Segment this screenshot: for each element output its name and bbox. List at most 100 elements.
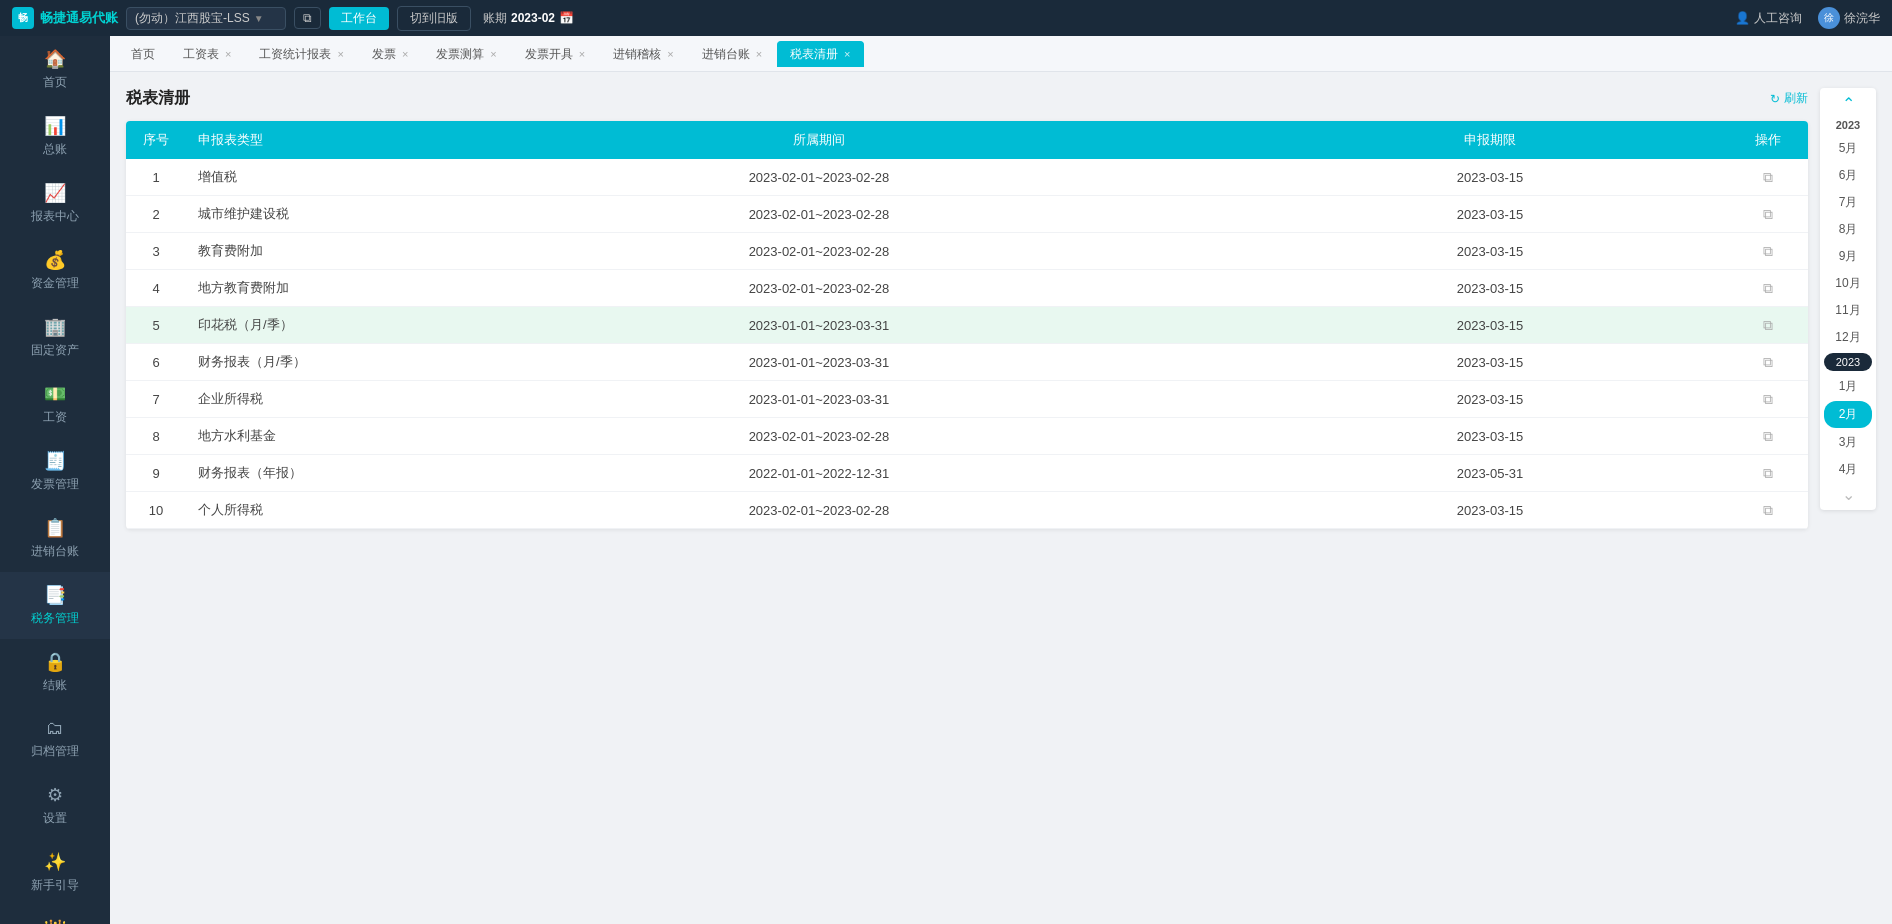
- page-content: 税表清册 ↻ 刷新 序号 申报表类型 所属期间 申报期限 操作: [110, 72, 1892, 924]
- sidebar-item-reports[interactable]: 📈 报表中心: [0, 170, 110, 237]
- action-btn[interactable]: ⧉: [1763, 169, 1773, 185]
- action-btn[interactable]: ⧉: [1763, 317, 1773, 333]
- cell-type: 增值税: [186, 159, 386, 196]
- calendar-month-1[interactable]: 1月: [1820, 373, 1876, 400]
- table-row: 9 财务报表（年报） 2022-01-01~2022-12-31 2023-05…: [126, 455, 1808, 492]
- action-btn[interactable]: ⧉: [1763, 280, 1773, 296]
- cell-no: 10: [126, 492, 186, 529]
- refresh-button[interactable]: ↻ 刷新: [1770, 90, 1808, 107]
- calendar-year-2022: 2023: [1836, 115, 1860, 135]
- tab-close-invoice-issue[interactable]: ×: [579, 48, 585, 60]
- action-btn[interactable]: ⧉: [1763, 391, 1773, 407]
- tab-home[interactable]: 首页: [118, 41, 168, 67]
- tab-close-salary[interactable]: ×: [225, 48, 231, 60]
- calendar-month-4[interactable]: 4月: [1820, 456, 1876, 483]
- tab-tax-list[interactable]: 税表清册 ×: [777, 41, 863, 67]
- tab-purchase-ledger[interactable]: 进销台账 ×: [689, 41, 775, 67]
- sidebar-item-home[interactable]: 🏠 首页: [0, 36, 110, 103]
- tab-invoice-issue-label: 发票开具: [525, 46, 573, 63]
- calendar-month-6[interactable]: 6月: [1820, 162, 1876, 189]
- cell-deadline: 2023-03-15: [1252, 492, 1728, 529]
- action-btn[interactable]: ⧉: [1763, 354, 1773, 370]
- tab-close-invoice[interactable]: ×: [402, 48, 408, 60]
- tab-salary-stats[interactable]: 工资统计报表 ×: [246, 41, 356, 67]
- sidebar-item-assets[interactable]: 🏢 固定资产: [0, 304, 110, 371]
- action-btn[interactable]: ⧉: [1763, 243, 1773, 259]
- main-layout: 🏠 首页 📊 总账 📈 报表中心 💰 资金管理 🏢 固定资产 💵 工资 🧾 发票…: [0, 36, 1892, 924]
- archive-icon: 🗂: [46, 718, 64, 739]
- tab-close-tax-list[interactable]: ×: [844, 48, 850, 60]
- purchase-icon: 📋: [44, 517, 66, 539]
- cell-type: 企业所得税: [186, 381, 386, 418]
- sidebar-item-funds[interactable]: 💰 资金管理: [0, 237, 110, 304]
- user-avatar: 徐: [1818, 7, 1840, 29]
- calendar-month-5[interactable]: 5月: [1820, 135, 1876, 162]
- logo-area: 畅 畅捷通易代账: [12, 7, 118, 29]
- tab-invoice-calc[interactable]: 发票测算 ×: [423, 41, 509, 67]
- col-action: 操作: [1728, 121, 1808, 159]
- calendar-month-8[interactable]: 8月: [1820, 216, 1876, 243]
- calendar-month-12[interactable]: 12月: [1820, 324, 1876, 351]
- calendar-down-arrow[interactable]: ⌄: [1842, 483, 1855, 506]
- cell-period: 2023-02-01~2023-02-28: [386, 418, 1252, 455]
- sidebar-label-archive: 归档管理: [31, 743, 79, 760]
- refresh-label: 刷新: [1784, 90, 1808, 107]
- action-btn[interactable]: ⧉: [1763, 428, 1773, 444]
- action-btn[interactable]: ⧉: [1763, 465, 1773, 481]
- sidebar: 🏠 首页 📊 总账 📈 报表中心 💰 资金管理 🏢 固定资产 💵 工资 🧾 发票…: [0, 36, 110, 924]
- calendar-month-9[interactable]: 9月: [1820, 243, 1876, 270]
- guide-icon: ✨: [44, 851, 66, 873]
- sidebar-item-invoice[interactable]: 🧾 发票管理: [0, 438, 110, 505]
- app-name: 畅捷通易代账: [40, 9, 118, 27]
- ai-icon: 👤: [1735, 11, 1750, 25]
- user-area[interactable]: 徐 徐浣华: [1818, 7, 1880, 29]
- cell-deadline: 2023-03-15: [1252, 418, 1728, 455]
- cell-no: 8: [126, 418, 186, 455]
- calendar-month-7[interactable]: 7月: [1820, 189, 1876, 216]
- action-btn[interactable]: ⧉: [1763, 206, 1773, 222]
- company-selector[interactable]: (勿动）江西股宝-LSS ▼: [126, 7, 286, 30]
- switch-old-button[interactable]: 切到旧版: [397, 6, 471, 31]
- sidebar-label-home: 首页: [43, 74, 67, 91]
- tab-invoice-issue[interactable]: 发票开具 ×: [512, 41, 598, 67]
- sidebar-item-close[interactable]: 🔒 结账: [0, 639, 110, 706]
- cell-deadline: 2023-05-31: [1252, 455, 1728, 492]
- cell-type: 地方教育费附加: [186, 270, 386, 307]
- sidebar-item-archive[interactable]: 🗂 归档管理: [0, 706, 110, 772]
- sidebar-label-invoice: 发票管理: [31, 476, 79, 493]
- sidebar-item-purchase[interactable]: 📋 进销台账: [0, 505, 110, 572]
- tab-close-salary-stats[interactable]: ×: [337, 48, 343, 60]
- copy-icon-btn[interactable]: ⧉: [294, 7, 321, 29]
- calendar-icon[interactable]: 📅: [559, 11, 574, 25]
- calendar-month-11[interactable]: 11月: [1820, 297, 1876, 324]
- tab-close-purchase-ledger[interactable]: ×: [756, 48, 762, 60]
- calendar-month-3[interactable]: 3月: [1820, 429, 1876, 456]
- sidebar-item-guide[interactable]: ✨ 新手引导: [0, 839, 110, 906]
- sidebar-item-member[interactable]: 👑 畅会员: [0, 906, 110, 924]
- cell-type: 财务报表（月/季）: [186, 344, 386, 381]
- sidebar-item-ledger[interactable]: 📊 总账: [0, 103, 110, 170]
- cell-type: 地方水利基金: [186, 418, 386, 455]
- period-value: 2023-02: [511, 11, 555, 25]
- cell-period: 2023-01-01~2023-03-31: [386, 381, 1252, 418]
- tab-salary-table[interactable]: 工资表 ×: [170, 41, 244, 67]
- calendar-month-2-active[interactable]: 2月: [1824, 401, 1872, 428]
- table-row: 6 财务报表（月/季） 2023-01-01~2023-03-31 2023-0…: [126, 344, 1808, 381]
- workbench-button[interactable]: 工作台: [329, 7, 389, 30]
- tab-purchase-audit[interactable]: 进销稽核 ×: [600, 41, 686, 67]
- sidebar-item-settings[interactable]: ⚙ 设置: [0, 772, 110, 839]
- tab-close-purchase-audit[interactable]: ×: [667, 48, 673, 60]
- tab-close-invoice-calc[interactable]: ×: [490, 48, 496, 60]
- sidebar-item-salary[interactable]: 💵 工资: [0, 371, 110, 438]
- ai-consult-btn[interactable]: 👤 人工咨询: [1735, 10, 1802, 27]
- calendar-up-arrow[interactable]: ⌃: [1842, 92, 1855, 115]
- tab-tax-list-label: 税表清册: [790, 46, 838, 63]
- cell-deadline: 2023-03-15: [1252, 381, 1728, 418]
- settings-icon: ⚙: [47, 784, 63, 806]
- cell-deadline: 2023-03-15: [1252, 344, 1728, 381]
- tab-invoice[interactable]: 发票 ×: [359, 41, 421, 67]
- cell-period: 2023-02-01~2023-02-28: [386, 270, 1252, 307]
- sidebar-item-tax[interactable]: 📑 税务管理: [0, 572, 110, 639]
- calendar-month-10[interactable]: 10月: [1820, 270, 1876, 297]
- action-btn[interactable]: ⧉: [1763, 502, 1773, 518]
